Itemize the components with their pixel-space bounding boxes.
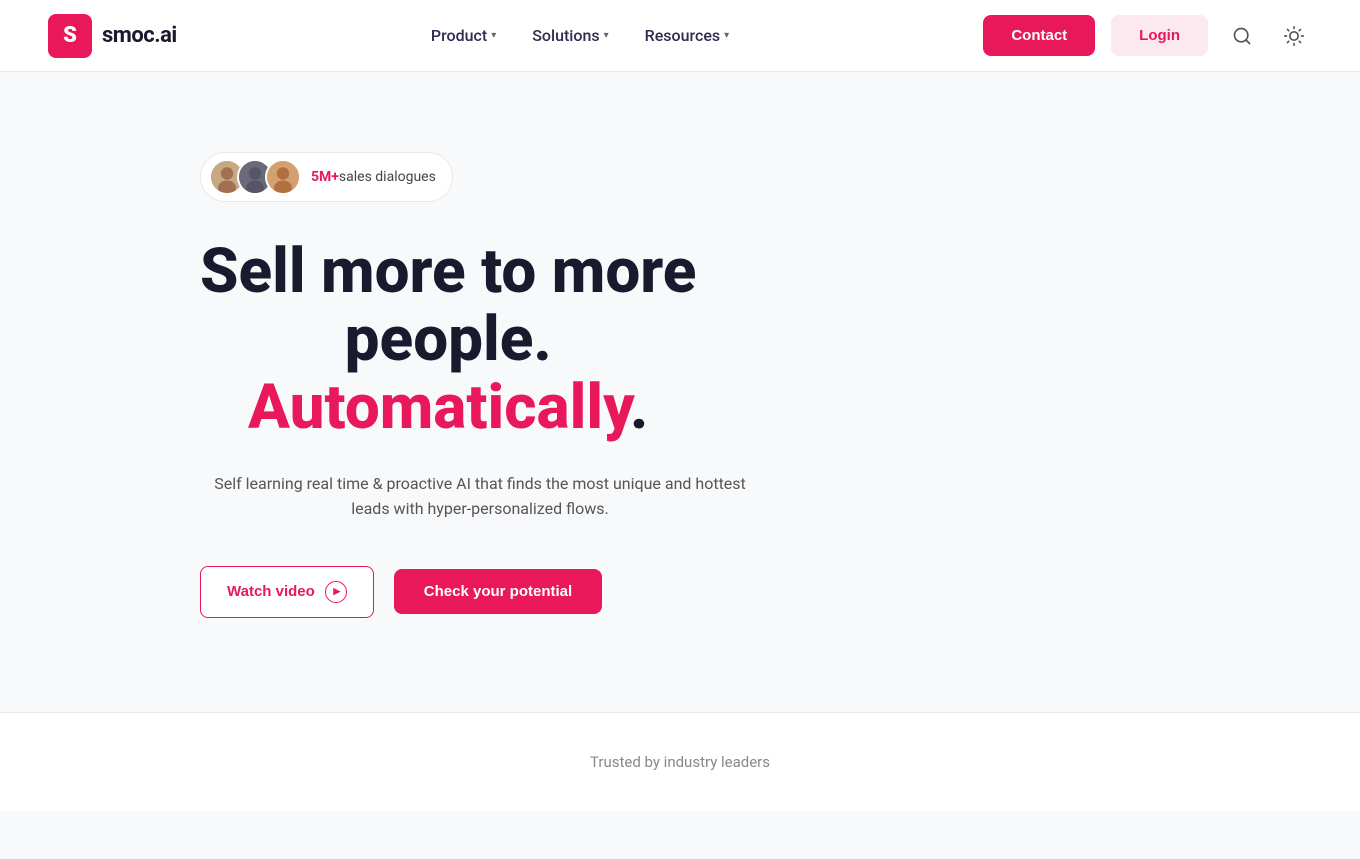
watch-video-button[interactable]: Watch video ▶: [200, 566, 374, 618]
trusted-label: Trusted by industry leaders: [48, 753, 1312, 771]
logo-icon: S: [48, 14, 92, 58]
search-button[interactable]: [1224, 18, 1260, 54]
chevron-down-icon: ▾: [604, 30, 609, 41]
trusted-section: Trusted by industry leaders: [0, 712, 1360, 811]
hero-headline: Sell more to more people. Automatically.: [200, 238, 696, 443]
login-button[interactable]: Login: [1111, 15, 1208, 56]
nav-item-resources[interactable]: Resources ▾: [645, 26, 730, 45]
sun-icon: [1284, 26, 1304, 46]
nav-item-solutions[interactable]: Solutions ▾: [532, 26, 608, 45]
logo-text: smoc.ai: [102, 23, 177, 48]
social-proof-count: 5M+: [311, 169, 339, 185]
contact-button[interactable]: Contact: [983, 15, 1095, 56]
logo-link[interactable]: S smoc.ai: [48, 14, 177, 58]
navbar: S smoc.ai Product ▾ Solutions ▾ Resource…: [0, 0, 1360, 72]
social-proof-badge: 5M+sales dialogues: [200, 152, 453, 202]
play-icon: ▶: [325, 581, 347, 603]
social-proof-text: 5M+sales dialogues: [311, 169, 436, 185]
nav-actions: Contact Login: [983, 15, 1312, 56]
hero-subtitle: Self learning real time & proactive AI t…: [200, 471, 760, 522]
avatar-image: [267, 159, 299, 195]
hero-section: 5M+sales dialogues Sell more to more peo…: [0, 72, 1360, 712]
nav-item-product[interactable]: Product ▾: [431, 26, 496, 45]
nav-menu: Product ▾ Solutions ▾ Resources ▾: [431, 26, 729, 45]
theme-toggle-button[interactable]: [1276, 18, 1312, 54]
hero-buttons: Watch video ▶ Check your potential: [200, 566, 602, 618]
chevron-down-icon: ▾: [724, 30, 729, 41]
avatar: [265, 159, 301, 195]
hero-automatically: Automatically: [248, 371, 630, 444]
check-potential-button[interactable]: Check your potential: [394, 569, 602, 614]
chevron-down-icon: ▾: [491, 30, 496, 41]
search-icon: [1232, 26, 1252, 46]
avatar-group: [209, 159, 301, 195]
